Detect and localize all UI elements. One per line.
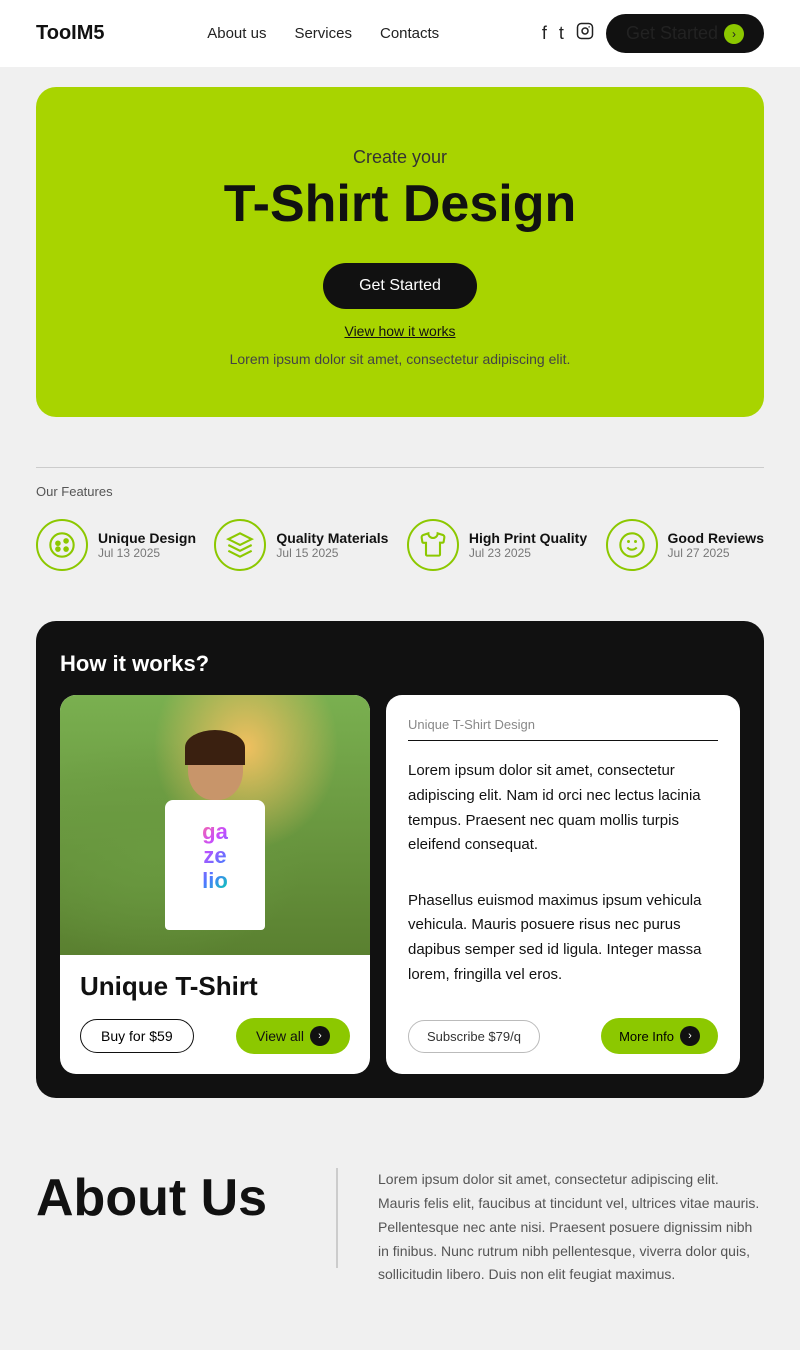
nav-about[interactable]: About us (207, 25, 266, 42)
feature-good-reviews: Good Reviews Jul 27 2025 (606, 519, 764, 571)
facebook-icon[interactable]: f (542, 23, 547, 44)
more-info-arrow-icon: › (680, 1026, 700, 1046)
info-card: Unique T-Shirt Design Lorem ipsum dolor … (386, 695, 740, 1074)
instagram-icon[interactable] (576, 22, 594, 45)
features-divider (36, 467, 764, 468)
nav-cta-arrow-icon: › (724, 24, 744, 44)
about-section: About Us Lorem ipsum dolor sit amet, con… (0, 1118, 800, 1347)
hero-subtitle: Create your (76, 147, 724, 168)
model-body: gazelio (165, 800, 265, 930)
hero-cta-button[interactable]: Get Started (323, 263, 477, 309)
info-card-divider (408, 740, 718, 741)
about-text: Lorem ipsum dolor sit amet, consectetur … (378, 1168, 764, 1287)
hero-section: Create your T-Shirt Design Get Started V… (36, 87, 764, 417)
nav-get-started-button[interactable]: Get Started › (606, 14, 764, 53)
feature-high-print: High Print Quality Jul 23 2025 (407, 519, 587, 571)
feature-quality-materials-label: Quality Materials (276, 530, 388, 546)
nav-links: About us Services Contacts (207, 25, 439, 43)
layers-icon (214, 519, 266, 571)
subscribe-button[interactable]: Subscribe $79/q (408, 1020, 540, 1053)
product-card: gazelio Unique T-Shirt Buy for $59 View … (60, 695, 370, 1074)
model-figure: gazelio (135, 735, 295, 955)
model-head (188, 735, 243, 800)
view-all-arrow-icon: › (310, 1026, 330, 1046)
info-card-text1: Lorem ipsum dolor sit amet, consectetur … (408, 759, 718, 871)
feature-good-reviews-label: Good Reviews (668, 530, 764, 546)
hero-title: T-Shirt Design (76, 176, 724, 233)
feature-high-print-date: Jul 23 2025 (469, 546, 587, 560)
features-label: Our Features (36, 484, 764, 499)
about-divider (336, 1168, 338, 1268)
info-card-label: Unique T-Shirt Design (408, 717, 718, 732)
navbar: TooIM5 About us Services Contacts f t Ge… (0, 0, 800, 67)
nav-services[interactable]: Services (294, 25, 352, 42)
feature-good-reviews-date: Jul 27 2025 (668, 546, 764, 560)
buy-button[interactable]: Buy for $59 (80, 1019, 194, 1053)
how-section: How it works? gazelio Unique T-Shirt Buy… (36, 621, 764, 1098)
product-image: gazelio (60, 695, 370, 955)
hero-view-link[interactable]: View how it works (76, 323, 724, 339)
more-info-button[interactable]: More Info › (601, 1018, 718, 1054)
smile-icon (606, 519, 658, 571)
feature-quality-materials-date: Jul 15 2025 (276, 546, 388, 560)
logo: TooIM5 (36, 22, 105, 45)
nav-social: f t Get Started › (542, 14, 764, 53)
about-title: About Us (36, 1168, 296, 1228)
feature-quality-materials: Quality Materials Jul 15 2025 (214, 519, 388, 571)
feature-high-print-label: High Print Quality (469, 530, 587, 546)
view-all-button[interactable]: View all › (236, 1018, 350, 1054)
features-grid: Unique Design Jul 13 2025 Quality Materi… (36, 519, 764, 571)
tshirt-icon (407, 519, 459, 571)
twitter-icon[interactable]: t (559, 23, 564, 44)
features-section: Our Features Unique Design Jul 13 2025 (0, 437, 800, 591)
how-cards: gazelio Unique T-Shirt Buy for $59 View … (60, 695, 740, 1074)
product-title: Unique T-Shirt (80, 971, 350, 1002)
feature-unique-design-date: Jul 13 2025 (98, 546, 196, 560)
palette-icon (36, 519, 88, 571)
feature-unique-design: Unique Design Jul 13 2025 (36, 519, 196, 571)
nav-contacts[interactable]: Contacts (380, 25, 439, 42)
info-card-text2: Phasellus euismod maximus ipsum vehicula… (408, 889, 718, 1001)
hero-description: Lorem ipsum dolor sit amet, consectetur … (76, 351, 724, 367)
how-title: How it works? (60, 651, 740, 677)
feature-unique-design-label: Unique Design (98, 530, 196, 546)
model-hair (185, 730, 245, 765)
tshirt-graphic: gazelio (202, 820, 228, 893)
